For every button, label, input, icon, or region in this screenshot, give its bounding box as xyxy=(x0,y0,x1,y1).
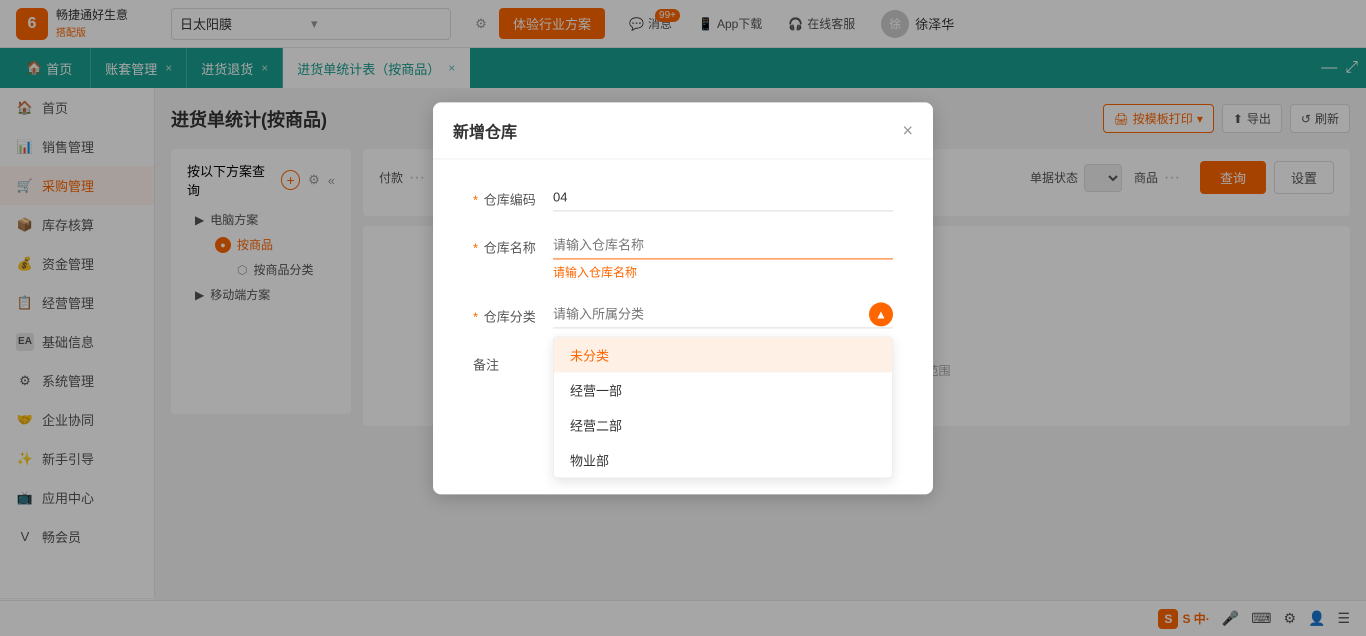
required-star-code: * xyxy=(473,192,478,207)
warehouse-code-field xyxy=(553,183,893,211)
dropdown-item-dept3[interactable]: 物业部 xyxy=(554,442,892,477)
warehouse-name-input[interactable] xyxy=(553,231,893,259)
warehouse-category-label: * 仓库分类 xyxy=(473,300,553,325)
warehouse-name-row: * 仓库名称 请输入仓库名称 xyxy=(473,231,893,280)
warehouse-name-error: 请输入仓库名称 xyxy=(553,263,893,280)
category-dropdown: 未分类 经营一部 经营二部 物业部 xyxy=(553,336,893,478)
dropdown-item-dept1[interactable]: 经营一部 xyxy=(554,372,892,407)
warehouse-category-row: * 仓库分类 ▲ 未分类 经营一部 经营二部 物业部 xyxy=(473,300,893,328)
warehouse-code-row: * 仓库编码 xyxy=(473,183,893,211)
dropdown-item-dept2[interactable]: 经营二部 xyxy=(554,407,892,442)
modal-header: 新增仓库 × xyxy=(433,102,933,159)
warehouse-code-label: * 仓库编码 xyxy=(473,183,553,208)
warehouse-category-wrap: ▲ 未分类 经营一部 经营二部 物业部 xyxy=(553,300,893,328)
warehouse-category-field: ▲ 未分类 经营一部 经营二部 物业部 xyxy=(553,300,893,328)
modal-close-button[interactable]: × xyxy=(902,120,913,141)
dropdown-item-uncategorized[interactable]: 未分类 xyxy=(554,337,892,372)
category-arrow-button[interactable]: ▲ xyxy=(869,302,893,326)
warehouse-code-input[interactable] xyxy=(553,183,893,211)
warehouse-category-input[interactable] xyxy=(553,300,893,328)
modal-body: * 仓库编码 * 仓库名称 请输入仓库名称 * 仓库分类 xyxy=(433,159,933,430)
warehouse-name-label: * 仓库名称 xyxy=(473,231,553,256)
warehouse-name-field: 请输入仓库名称 xyxy=(553,231,893,280)
required-star-name: * xyxy=(473,240,478,255)
add-warehouse-modal: 新增仓库 × * 仓库编码 * 仓库名称 请输入仓库名称 xyxy=(433,102,933,494)
required-star-cat: * xyxy=(473,309,478,324)
notes-label: 备注 xyxy=(473,348,553,373)
modal-title: 新增仓库 xyxy=(453,118,517,142)
